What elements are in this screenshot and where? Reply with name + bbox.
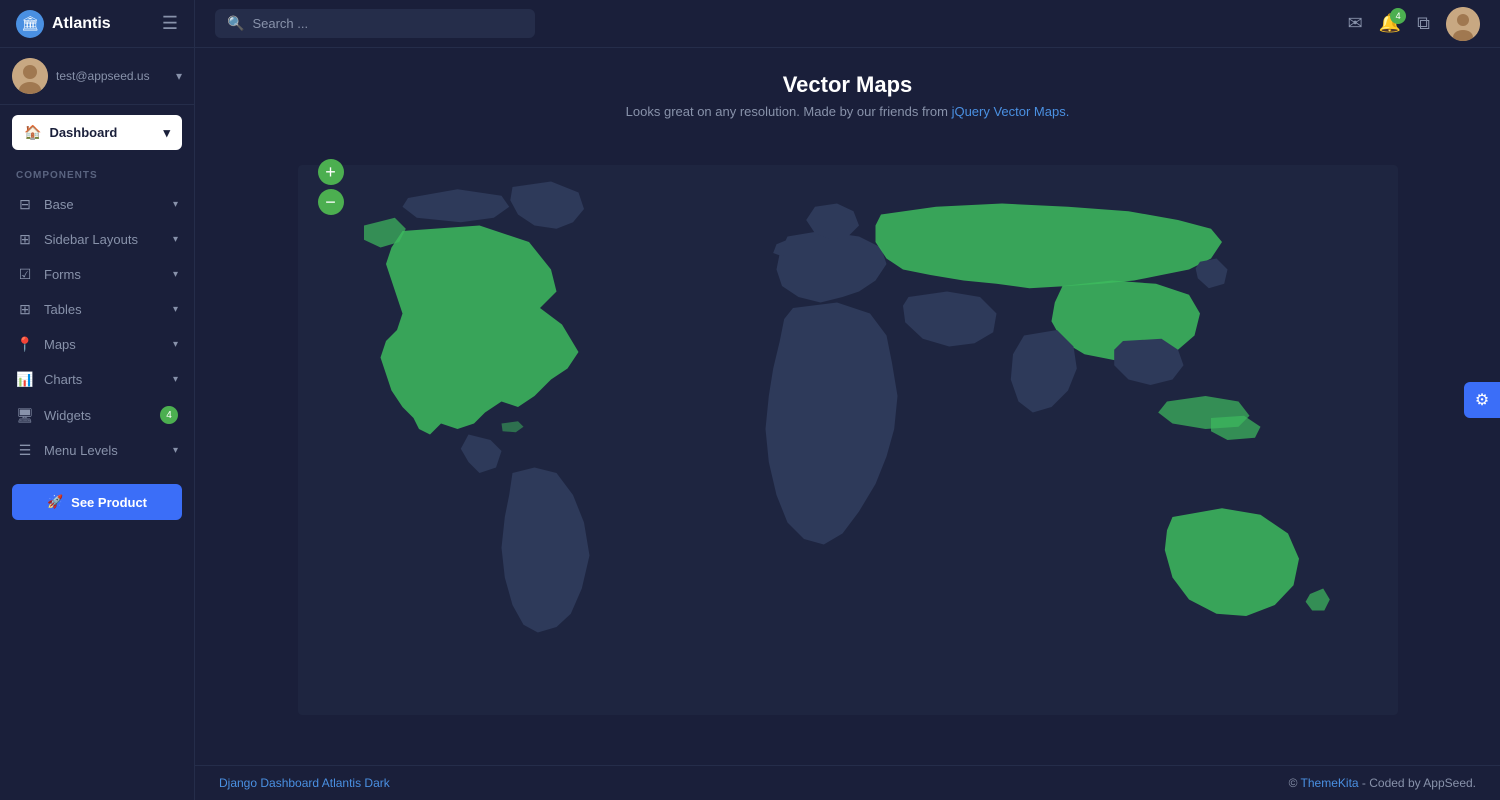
user-chevron-icon: ▾ bbox=[176, 69, 182, 83]
search-wrapper: 🔍 bbox=[215, 9, 535, 38]
footer-themekita-link[interactable]: ThemeKita bbox=[1301, 776, 1359, 790]
layers-icon: ⧉ bbox=[1417, 13, 1430, 33]
chevron-down-icon: ▾ bbox=[173, 199, 178, 210]
mail-icon: ✉ bbox=[1348, 13, 1363, 33]
notification-badge: 4 bbox=[1390, 8, 1406, 24]
sidebar-header: 🏛 Atlantis ☰ bbox=[0, 0, 194, 48]
sidebar-nav: ⊟ Base ▾ ⊞ Sidebar Layouts ▾ ☑ Forms ▾ ⊞… bbox=[0, 187, 194, 468]
sidebar-item-maps[interactable]: 📍 Maps ▾ bbox=[0, 327, 194, 362]
page-content: Vector Maps Looks great on any resolutio… bbox=[195, 48, 1500, 765]
sidebar-item-sidebar-layouts[interactable]: ⊞ Sidebar Layouts ▾ bbox=[0, 222, 194, 257]
avatar bbox=[12, 58, 48, 94]
layers-button[interactable]: ⧉ bbox=[1417, 13, 1430, 34]
components-label: COMPONENTS bbox=[0, 160, 194, 187]
brand: 🏛 Atlantis bbox=[16, 10, 111, 38]
page-title: Vector Maps bbox=[783, 72, 913, 98]
sidebar-item-charts[interactable]: 📊 Charts ▾ bbox=[0, 362, 194, 397]
see-product-button[interactable]: 🚀 See Product bbox=[12, 484, 182, 520]
sidebar-item-label: Tables bbox=[44, 302, 163, 317]
menu-levels-icon: ☰ bbox=[16, 442, 34, 459]
hamburger-button[interactable]: ☰ bbox=[162, 13, 178, 34]
sidebar-item-forms[interactable]: ☑ Forms ▾ bbox=[0, 257, 194, 292]
sidebar-item-label: Widgets bbox=[44, 408, 150, 423]
zoom-in-button[interactable]: + bbox=[318, 159, 344, 185]
notifications-button[interactable]: 🔔 4 bbox=[1379, 13, 1401, 34]
brand-icon: 🏛 bbox=[16, 10, 44, 38]
rocket-icon: 🚀 bbox=[47, 494, 63, 510]
chevron-down-icon: ▾ bbox=[173, 234, 178, 245]
settings-icon: ⚙ bbox=[1475, 390, 1489, 410]
jquery-vector-maps-link[interactable]: jQuery Vector Maps. bbox=[952, 104, 1070, 119]
footer-credit: © ThemeKita - Coded by AppSeed. bbox=[1289, 776, 1476, 790]
widgets-badge: 4 bbox=[160, 406, 178, 424]
forms-icon: ☑ bbox=[16, 266, 34, 283]
brand-name: Atlantis bbox=[52, 15, 111, 33]
home-icon: 🏠 bbox=[24, 124, 41, 141]
navbar-avatar[interactable] bbox=[1446, 7, 1480, 41]
sidebar-item-label: Maps bbox=[44, 337, 163, 352]
navbar-right: ✉ 🔔 4 ⧉ bbox=[1348, 7, 1480, 41]
base-icon: ⊟ bbox=[16, 196, 34, 213]
search-icon: 🔍 bbox=[227, 15, 244, 32]
dashboard-button[interactable]: 🏠 Dashboard ▾ bbox=[12, 115, 182, 150]
sidebar-item-menu-levels[interactable]: ☰ Menu Levels ▾ bbox=[0, 433, 194, 468]
zoom-controls: + − bbox=[318, 159, 344, 215]
dashboard-chevron-icon: ▾ bbox=[163, 125, 170, 141]
world-map bbox=[298, 165, 1398, 715]
search-input[interactable] bbox=[252, 16, 523, 31]
chevron-down-icon: ▾ bbox=[173, 339, 178, 350]
sidebar-item-widgets[interactable]: 🖥 Widgets 4 bbox=[0, 397, 194, 433]
user-email: test@appseed.us bbox=[56, 69, 168, 83]
zoom-out-button[interactable]: − bbox=[318, 189, 344, 215]
sidebar-item-label: Base bbox=[44, 197, 163, 212]
tables-icon: ⊞ bbox=[16, 301, 34, 318]
page-subtitle: Looks great on any resolution. Made by o… bbox=[626, 104, 1070, 119]
footer: Django Dashboard Atlantis Dark © ThemeKi… bbox=[195, 765, 1500, 800]
charts-icon: 📊 bbox=[16, 371, 34, 388]
sidebar-item-base[interactable]: ⊟ Base ▾ bbox=[0, 187, 194, 222]
user-section: test@appseed.us ▾ bbox=[0, 48, 194, 105]
widgets-icon: 🖥 bbox=[16, 407, 34, 424]
chevron-down-icon: ▾ bbox=[173, 374, 178, 385]
sidebar: 🏛 Atlantis ☰ test@appseed.us ▾ 🏠 Dashboa… bbox=[0, 0, 195, 800]
chevron-down-icon: ▾ bbox=[173, 304, 178, 315]
sidebar-item-label: Charts bbox=[44, 372, 163, 387]
see-product-label: See Product bbox=[71, 495, 147, 510]
chevron-down-icon: ▾ bbox=[173, 269, 178, 280]
maps-icon: 📍 bbox=[16, 336, 34, 353]
mail-button[interactable]: ✉ bbox=[1348, 13, 1363, 34]
sidebar-item-tables[interactable]: ⊞ Tables ▾ bbox=[0, 292, 194, 327]
footer-project-link[interactable]: Django Dashboard Atlantis Dark bbox=[219, 776, 390, 790]
main-area: 🔍 ✉ 🔔 4 ⧉ bbox=[195, 0, 1500, 800]
dashboard-label: Dashboard bbox=[49, 125, 117, 140]
top-navbar: 🔍 ✉ 🔔 4 ⧉ bbox=[195, 0, 1500, 48]
settings-button[interactable]: ⚙ bbox=[1464, 382, 1500, 418]
map-container: + − bbox=[298, 139, 1398, 741]
sidebar-item-label: Forms bbox=[44, 267, 163, 282]
chevron-down-icon: ▾ bbox=[173, 445, 178, 456]
sidebar-item-label: Menu Levels bbox=[44, 443, 163, 458]
sidebar-layouts-icon: ⊞ bbox=[16, 231, 34, 248]
sidebar-item-label: Sidebar Layouts bbox=[44, 232, 163, 247]
